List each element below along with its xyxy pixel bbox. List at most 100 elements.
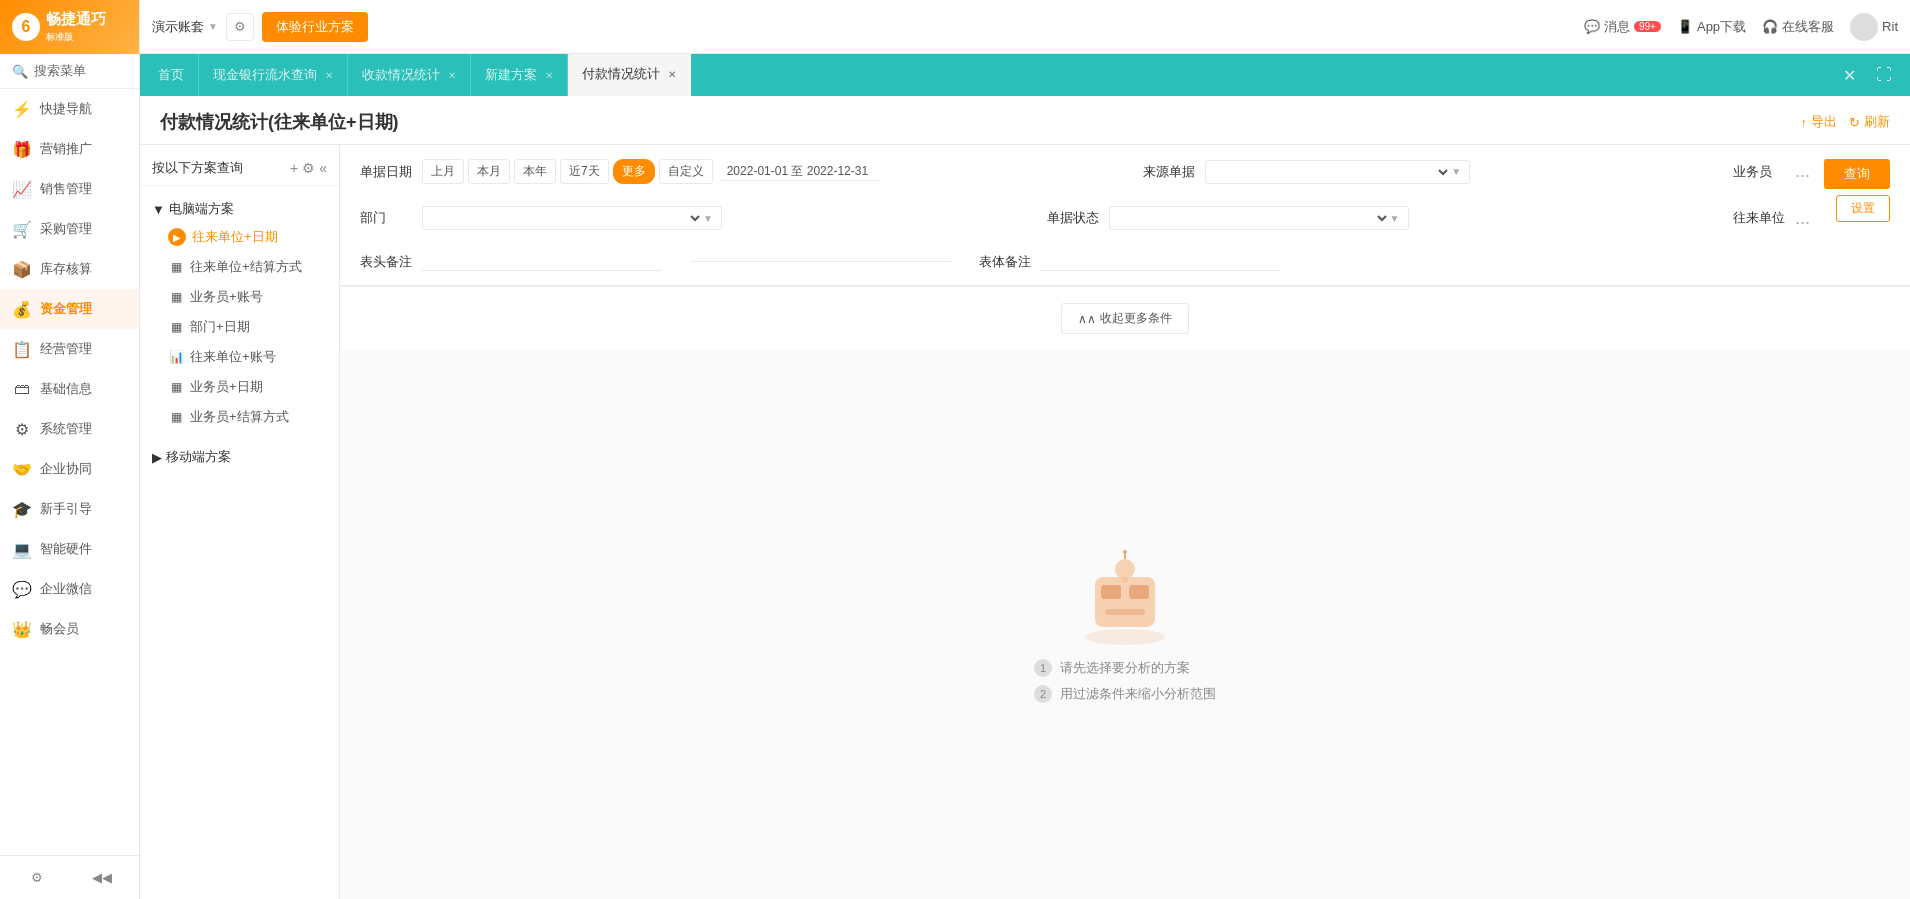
member-icon: 👑 xyxy=(12,619,32,639)
filter-form: 单据日期 上月 本月 本年 近7天 更多 自定义 xyxy=(340,145,1910,286)
last-month-btn[interactable]: 上月 xyxy=(422,159,464,184)
message-icon: 💬 xyxy=(1584,19,1600,34)
main-area: 演示账套 ▼ ⚙ 体验行业方案 💬 消息 99+ 📱 App下载 🎧 在线客服 xyxy=(140,0,1910,899)
sidebar-item-quick-nav[interactable]: ⚡ 快捷导航 xyxy=(0,89,139,129)
sidebar-item-label: 经营管理 xyxy=(40,340,92,358)
voucher-status-dropdown-icon: ▼ xyxy=(1390,213,1400,224)
tab-payment[interactable]: 付款情况统计 ✕ xyxy=(568,54,691,96)
this-year-btn[interactable]: 本年 xyxy=(514,159,556,184)
marketing-icon: 🎁 xyxy=(12,139,32,159)
tab-receipts-close[interactable]: ✕ xyxy=(448,70,456,81)
scheme-item-partner-account[interactable]: 📊 往来单位+账号 xyxy=(140,342,339,372)
table-body-note-input[interactable] xyxy=(1041,252,1281,271)
add-scheme-btn[interactable]: + xyxy=(290,160,298,176)
sidebar-item-label: 营销推广 xyxy=(40,140,92,158)
export-btn[interactable]: ↑ 导出 xyxy=(1801,113,1838,131)
tab-payment-label: 付款情况统计 xyxy=(582,65,660,83)
scheme-item-salesman-settle[interactable]: ▦ 业务员+结算方式 xyxy=(140,402,339,432)
tab-bank[interactable]: 现金银行流水查询 ✕ xyxy=(199,54,348,96)
last-7days-btn[interactable]: 近7天 xyxy=(560,159,609,184)
wechat-icon: 💬 xyxy=(12,579,32,599)
guide-icon: 🎓 xyxy=(12,499,32,519)
messages-btn[interactable]: 💬 消息 99+ xyxy=(1584,18,1661,36)
dept-select-input[interactable] xyxy=(431,210,703,226)
scheme-settings-btn[interactable]: ⚙ xyxy=(302,160,315,176)
user-profile-btn[interactable]: Rit xyxy=(1850,13,1898,41)
tip-num-2: 2 xyxy=(1034,685,1052,703)
scheme-group-mobile-header[interactable]: ▶ 移动端方案 xyxy=(140,444,339,470)
tab-payment-close[interactable]: ✕ xyxy=(668,69,676,80)
online-service-btn[interactable]: 🎧 在线客服 xyxy=(1762,18,1834,36)
more-date-btn[interactable]: 更多 xyxy=(613,159,655,184)
scheme-item-partner-date[interactable]: ▶ 往来单位+日期 xyxy=(140,222,339,252)
sidebar-item-basic[interactable]: 🗃 基础信息 xyxy=(0,369,139,409)
collapse-scheme-btn[interactable]: « xyxy=(319,160,327,176)
search-menu-label: 搜索菜单 xyxy=(34,62,86,80)
chevron-up-icon: ∧∧ xyxy=(1078,312,1096,326)
purchase-icon: 🛒 xyxy=(12,219,32,239)
smart-icon: 💻 xyxy=(12,539,32,559)
sidebar-item-guide[interactable]: 🎓 新手引导 xyxy=(0,489,139,529)
refresh-btn[interactable]: ↻ 刷新 xyxy=(1849,113,1890,131)
voucher-status-select-input[interactable] xyxy=(1118,210,1390,226)
sidebar-item-member[interactable]: 👑 畅会员 xyxy=(0,609,139,649)
scheme-item-salesman-date[interactable]: ▦ 业务员+日期 xyxy=(140,372,339,402)
app-download-btn[interactable]: 📱 App下载 xyxy=(1677,18,1746,36)
scheme-panel-actions: + ⚙ « xyxy=(290,160,327,176)
collapse-more-btn[interactable]: ∧∧ 收起更多条件 xyxy=(1061,303,1189,334)
sales-icon: 📈 xyxy=(12,179,32,199)
sidebar-item-wechat[interactable]: 💬 企业微信 xyxy=(0,569,139,609)
scheme-item-salesman-account[interactable]: ▦ 业务员+账号 xyxy=(140,282,339,312)
sidebar-item-smart[interactable]: 💻 智能硬件 xyxy=(0,529,139,569)
search-icon: 🔍 xyxy=(12,64,28,79)
tab-new[interactable]: 新建方案 ✕ xyxy=(471,54,568,96)
sidebar-item-sales[interactable]: 📈 销售管理 xyxy=(0,169,139,209)
this-month-btn[interactable]: 本月 xyxy=(468,159,510,184)
topbar-gear-btn[interactable]: ⚙ xyxy=(226,13,254,41)
table-header-note-input[interactable] xyxy=(422,252,662,271)
tab-receipts-label: 收款情况统计 xyxy=(362,66,440,84)
scheme-item-dept-date[interactable]: ▦ 部门+日期 xyxy=(140,312,339,342)
settings-footer-btn[interactable]: ⚙ xyxy=(8,864,67,891)
tab-home[interactable]: 首页 xyxy=(144,54,199,96)
sidebar-item-finance[interactable]: 💰 资金管理 xyxy=(0,289,139,329)
partner-filter-btn[interactable]: ... xyxy=(1795,208,1810,229)
scheme-panel-header: 按以下方案查询 + ⚙ « xyxy=(140,155,339,186)
tab-close-all-btn[interactable]: ✕ xyxy=(1837,62,1862,89)
company-selector[interactable]: 演示账套 ▼ xyxy=(152,18,218,36)
sidebar-nav: ⚡ 快捷导航 🎁 营销推广 📈 销售管理 🛒 采购管理 📦 库存核算 💰 资金管… xyxy=(0,89,139,855)
dept-select[interactable]: ▼ xyxy=(422,206,722,230)
sidebar: 6 畅捷通巧 标准版 🔍 搜索菜单 ⚡ 快捷导航 🎁 营销推广 📈 销售管理 🛒… xyxy=(0,0,140,899)
source-dropdown-icon: ▼ xyxy=(1451,166,1461,177)
source-select-input[interactable] xyxy=(1214,164,1451,180)
messages-badge: 99+ xyxy=(1634,21,1661,32)
tab-maximize-btn[interactable]: ⛶ xyxy=(1870,62,1898,88)
trial-btn[interactable]: 体验行业方案 xyxy=(262,12,368,42)
sidebar-item-label: 智能硬件 xyxy=(40,540,92,558)
scheme-group-pc-header[interactable]: ▼ 电脑端方案 xyxy=(140,196,339,222)
table-header-note-label: 表头备注 xyxy=(360,253,414,271)
salesman-filter-btn[interactable]: ... xyxy=(1795,161,1810,182)
tab-bank-close[interactable]: ✕ xyxy=(325,70,333,81)
scheme-item-partner-settle[interactable]: ▦ 往来单位+结算方式 xyxy=(140,252,339,282)
tab-receipts[interactable]: 收款情况统计 ✕ xyxy=(348,54,471,96)
date-range-input[interactable] xyxy=(721,162,881,181)
source-select[interactable]: ▼ xyxy=(1205,160,1470,184)
sidebar-item-enterprise[interactable]: 🤝 企业协同 xyxy=(0,449,139,489)
query-btn[interactable]: 查询 xyxy=(1824,159,1890,189)
sidebar-item-marketing[interactable]: 🎁 营销推广 xyxy=(0,129,139,169)
tab-new-close[interactable]: ✕ xyxy=(545,70,553,81)
sidebar-item-operation[interactable]: 📋 经营管理 xyxy=(0,329,139,369)
quick-nav-icon: ⚡ xyxy=(12,99,32,119)
voucher-status-select[interactable]: ▼ xyxy=(1109,206,1409,230)
sidebar-item-inventory[interactable]: 📦 库存核算 xyxy=(0,249,139,289)
settings-btn[interactable]: 设置 xyxy=(1836,195,1890,222)
custom-date-btn[interactable]: 自定义 xyxy=(659,159,713,184)
sidebar-search[interactable]: 🔍 搜索菜单 xyxy=(0,54,139,89)
scheme-panel-title: 按以下方案查询 xyxy=(152,159,243,177)
sidebar-item-system[interactable]: ⚙ 系统管理 xyxy=(0,409,139,449)
scheme-group-pc: ▼ 电脑端方案 ▶ 往来单位+日期 ▦ 往来单位+结算方式 ▦ 业务员+账号 xyxy=(140,190,339,438)
collapse-sidebar-btn[interactable]: ◀◀ xyxy=(73,864,132,891)
inventory-icon: 📦 xyxy=(12,259,32,279)
sidebar-item-purchase[interactable]: 🛒 采购管理 xyxy=(0,209,139,249)
